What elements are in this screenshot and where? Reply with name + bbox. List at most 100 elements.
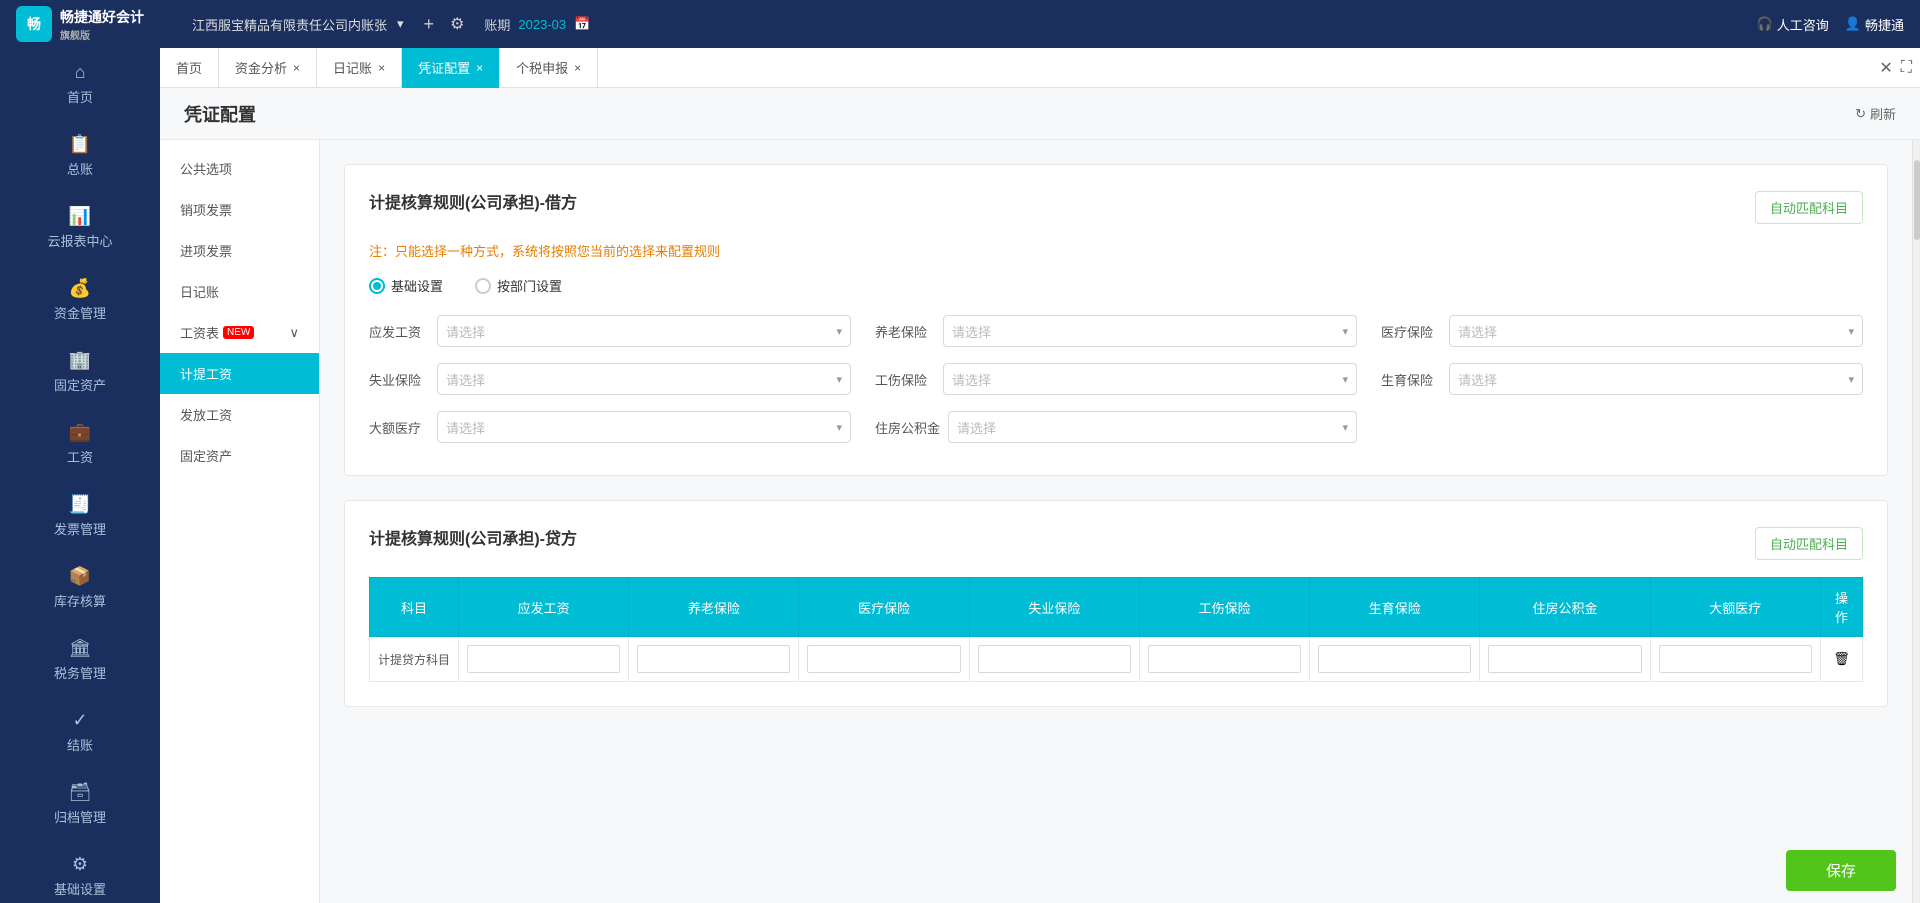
- left-nav-sales[interactable]: 销项发票: [160, 189, 319, 230]
- section1-title: 计提核算规则(公司承担)-借方: [369, 189, 577, 213]
- injury-placeholder: 请选择: [952, 370, 991, 389]
- form-select-pension[interactable]: 请选择 ▾: [943, 315, 1357, 347]
- left-nav-public[interactable]: 公共选项: [160, 148, 319, 189]
- section1-note: 注：只能选择一种方式，系统将按照您当前的选择来配置规则: [369, 241, 1863, 260]
- user-info[interactable]: 👤 畅捷通: [1845, 15, 1904, 34]
- auto-match-btn-debit[interactable]: 自动匹配科目: [1755, 191, 1863, 224]
- td-salary[interactable]: [459, 637, 629, 682]
- sidebar-item-settings[interactable]: ⚙ 基础设置: [0, 840, 160, 903]
- section2-title: 计提核算规则(公司承担)-贷方: [369, 525, 577, 549]
- delete-icon[interactable]: 🗑: [1833, 651, 1850, 666]
- td-row-label: 计提贷方科目: [370, 637, 459, 682]
- close-all-icon[interactable]: ✕: [1879, 58, 1892, 78]
- period-value[interactable]: 2023-03: [518, 17, 566, 32]
- expand-icon[interactable]: ⛶: [1901, 59, 1912, 77]
- td-action[interactable]: 🗑: [1820, 637, 1862, 682]
- tab-journal-close-icon[interactable]: ×: [378, 61, 385, 75]
- td-maternity[interactable]: [1310, 637, 1480, 682]
- section1-header: 计提核算规则(公司承担)-借方 自动匹配科目: [369, 189, 1863, 225]
- form-select-injury[interactable]: 请选择 ▾: [943, 363, 1357, 395]
- tab-tax-close-icon[interactable]: ×: [574, 61, 581, 75]
- left-nav-journal[interactable]: 日记账: [160, 271, 319, 312]
- td-pension[interactable]: [629, 637, 799, 682]
- sidebar-item-funds[interactable]: 💰 资金管理: [0, 264, 160, 336]
- input-pension[interactable]: [637, 645, 790, 673]
- sidebar-item-close[interactable]: ✓ 结账: [0, 696, 160, 768]
- left-nav-calc-salary[interactable]: 计提工资: [160, 353, 319, 394]
- input-big-medical[interactable]: [1659, 645, 1812, 673]
- sidebar-item-ledger[interactable]: 📋 总账: [0, 120, 160, 192]
- input-unemployment[interactable]: [978, 645, 1131, 673]
- tab-voucher[interactable]: 凭证配置 ×: [402, 48, 500, 88]
- sidebar-item-invoice[interactable]: 🧾 发票管理: [0, 480, 160, 552]
- save-button[interactable]: 保存: [1786, 850, 1896, 891]
- app-name: 畅捷通好会计: [60, 7, 144, 27]
- sidebar-item-archive[interactable]: 🗃 归档管理: [0, 768, 160, 840]
- sidebar-item-inventory[interactable]: 📦 库存核算: [0, 552, 160, 624]
- save-bar: 保存: [1762, 838, 1920, 903]
- input-maternity[interactable]: [1318, 645, 1471, 673]
- app-sub: 旗舰版: [60, 27, 144, 42]
- sidebar-label-tax: 税务管理: [54, 663, 106, 682]
- refresh-label: 刷新: [1870, 104, 1896, 123]
- settings-icon[interactable]: ⚙: [450, 14, 464, 34]
- refresh-btn[interactable]: ↻ 刷新: [1855, 104, 1896, 123]
- sidebar-item-tax[interactable]: 🏛 税务管理: [0, 624, 160, 696]
- left-nav-salary-table[interactable]: 工资表 NEW ∨: [160, 312, 319, 353]
- sidebar-item-reports[interactable]: 📊 云报表中心: [0, 192, 160, 264]
- maternity-arrow-icon: ▾: [1848, 373, 1854, 386]
- pension-arrow-icon: ▾: [1342, 325, 1348, 338]
- td-medical[interactable]: [799, 637, 969, 682]
- unemployment-placeholder: 请选择: [446, 370, 485, 389]
- tab-journal[interactable]: 日记账 ×: [317, 48, 402, 88]
- maternity-placeholder: 请选择: [1458, 370, 1497, 389]
- tax-icon: 🏛: [69, 638, 92, 659]
- tab-tax-label: 个税申报: [516, 58, 568, 77]
- input-housing[interactable]: [1488, 645, 1641, 673]
- radio-dept[interactable]: 按部门设置: [475, 276, 562, 295]
- radio-dept-label: 按部门设置: [497, 276, 562, 295]
- form-select-maternity[interactable]: 请选择 ▾: [1449, 363, 1863, 395]
- company-selector[interactable]: 江西服宝精品有限责任公司内账张 ▾: [192, 15, 404, 34]
- left-nav-fixed-assets[interactable]: 固定资产: [160, 435, 319, 476]
- add-account-icon[interactable]: +: [424, 14, 435, 35]
- form-select-housing[interactable]: 请选择 ▾: [948, 411, 1357, 443]
- auto-match-btn-credit[interactable]: 自动匹配科目: [1755, 527, 1863, 560]
- td-injury[interactable]: [1139, 637, 1309, 682]
- form-select-salary[interactable]: 请选择 ▾: [437, 315, 851, 347]
- tab-voucher-label: 凭证配置: [418, 58, 470, 77]
- tab-home[interactable]: 首页: [160, 48, 219, 88]
- sidebar-item-assets[interactable]: 🏢 固定资产: [0, 336, 160, 408]
- left-nav-purchase[interactable]: 进项发票: [160, 230, 319, 271]
- tab-funds[interactable]: 资金分析 ×: [219, 48, 317, 88]
- td-unemployment[interactable]: [969, 637, 1139, 682]
- salary-arrow-icon: ▾: [836, 325, 842, 338]
- credit-table: 科目 应发工资 养老保险 医疗保险 失业保险 工伤保险 生育保险 住房公积金 大…: [369, 577, 1863, 682]
- sidebar-label-close: 结账: [67, 735, 93, 754]
- input-salary[interactable]: [467, 645, 620, 673]
- sidebar: ⌂ 首页 📋 总账 📊 云报表中心 💰 资金管理 🏢 固定资产 💼 工资 🧾 发…: [0, 48, 160, 903]
- archive-icon: 🗃: [69, 782, 92, 803]
- input-medical[interactable]: [807, 645, 960, 673]
- tab-bar-actions: ✕ ⛶: [1879, 58, 1920, 78]
- radio-basic[interactable]: 基础设置: [369, 276, 443, 295]
- top-bar: 畅 畅捷通好会计 旗舰版 江西服宝精品有限责任公司内账张 ▾ + ⚙ 账期 20…: [0, 0, 1920, 48]
- tab-tax[interactable]: 个税申报 ×: [500, 48, 598, 88]
- left-nav-pay-salary[interactable]: 发放工资: [160, 394, 319, 435]
- tab-funds-close-icon[interactable]: ×: [293, 61, 300, 75]
- form-select-medical[interactable]: 请选择 ▾: [1449, 315, 1863, 347]
- sidebar-item-salary[interactable]: 💼 工资: [0, 408, 160, 480]
- service-btn[interactable]: 🎧 人工咨询: [1757, 15, 1829, 34]
- form-select-unemployment[interactable]: 请选择 ▾: [437, 363, 851, 395]
- input-injury[interactable]: [1148, 645, 1301, 673]
- scrollbar-thumb[interactable]: [1914, 160, 1920, 240]
- sidebar-item-home[interactable]: ⌂ 首页: [0, 48, 160, 120]
- right-scrollbar[interactable]: [1912, 140, 1920, 903]
- form-select-big-medical[interactable]: 请选择 ▾: [437, 411, 851, 443]
- tab-voucher-close-icon[interactable]: ×: [476, 61, 483, 75]
- td-housing[interactable]: [1480, 637, 1650, 682]
- left-nav: 公共选项 销项发票 进项发票 日记账 工资表 NEW ∨ 计提工资 发放工资 固…: [160, 140, 320, 903]
- calendar-icon[interactable]: 📅: [574, 16, 590, 32]
- app-logo: 畅 畅捷通好会计 旗舰版: [16, 6, 176, 42]
- td-big-medical[interactable]: [1650, 637, 1820, 682]
